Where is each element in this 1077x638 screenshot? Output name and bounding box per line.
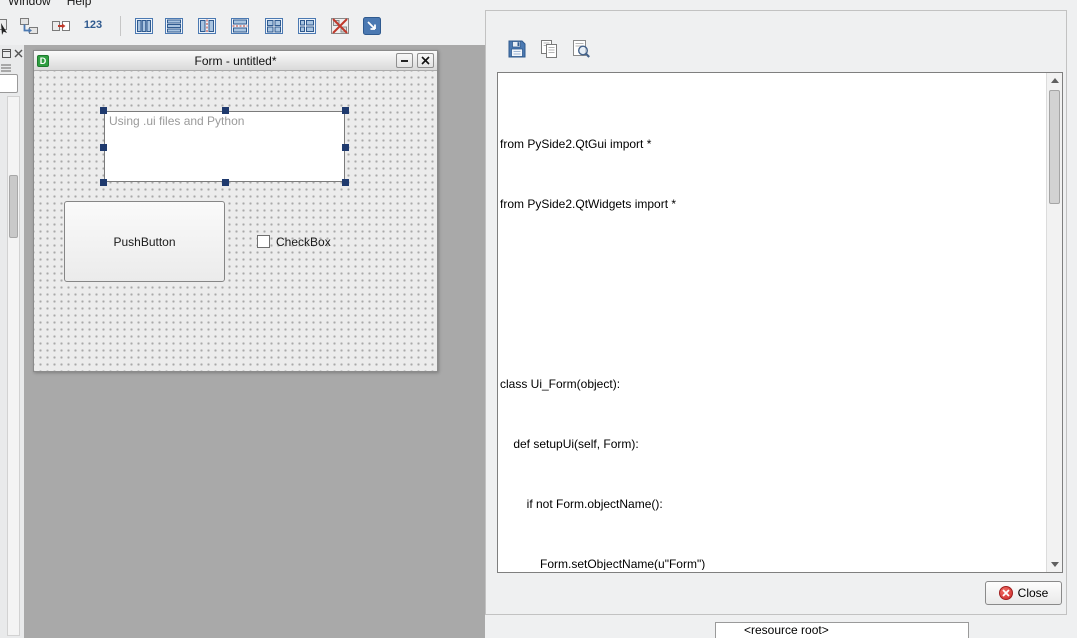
code-line — [500, 257, 1044, 272]
form-canvas[interactable]: Using .ui files and Python PushButton Ch… — [34, 71, 437, 371]
copy-icon[interactable] — [537, 37, 561, 61]
minimize-icon — [401, 60, 408, 62]
qt-designer-screen: Window Help 123 — [0, 0, 1077, 638]
dialog-close-button[interactable]: Close — [985, 581, 1062, 605]
scroll-down-icon[interactable] — [1051, 562, 1059, 567]
toolbar-separator — [120, 16, 121, 36]
dock-float-button[interactable] — [1, 48, 12, 59]
widgetbox-scrollbar-thumb[interactable] — [9, 175, 18, 238]
form-window-title: Form - untitled* — [34, 54, 437, 68]
code-line: if not Form.objectName(): — [500, 497, 1044, 512]
edit-signals-slots-icon[interactable] — [18, 15, 40, 37]
left-dock-fragment — [0, 45, 24, 638]
code-line: class Ui_Form(object): — [500, 377, 1044, 392]
code-line: Form.setObjectName(u"Form") — [500, 557, 1044, 570]
selection-handle[interactable] — [100, 144, 107, 151]
designer-form-icon: D — [37, 55, 49, 67]
minimize-button[interactable] — [396, 53, 413, 68]
code-line: def setupUi(self, Form): — [500, 437, 1044, 452]
edit-widgets-icon[interactable] — [0, 15, 12, 37]
menu-bar: Window Help — [0, 0, 1077, 9]
close-window-button[interactable] — [417, 53, 434, 68]
code-text: from PySide2.QtGui import * from PySide2… — [500, 77, 1044, 570]
selection-handle[interactable] — [100, 179, 107, 186]
code-preview-dialog: from PySide2.QtGui import * from PySide2… — [485, 10, 1067, 615]
scroll-up-icon[interactable] — [1051, 78, 1059, 83]
pushbutton-widget[interactable]: PushButton — [64, 201, 225, 282]
close-dialog-icon — [999, 586, 1013, 600]
save-icon[interactable] — [505, 37, 529, 61]
break-layout-icon[interactable] — [329, 15, 351, 37]
textedit-placeholder: Using .ui files and Python — [109, 114, 244, 128]
menu-help[interactable]: Help — [67, 0, 92, 8]
form-window-titlebar[interactable]: Form - untitled* D — [34, 51, 437, 71]
code-line: from PySide2.QtGui import * — [500, 137, 1044, 152]
textedit-widget[interactable]: Using .ui files and Python — [104, 111, 345, 182]
resource-root-item[interactable]: <resource root> — [716, 623, 968, 637]
code-line: from PySide2.QtWidgets import * — [500, 197, 1044, 212]
layout-form-icon[interactable] — [296, 15, 318, 37]
selection-handle[interactable] — [222, 179, 229, 186]
widgetbox-list-icon — [0, 62, 11, 73]
widgetbox-filter-input[interactable] — [0, 74, 18, 93]
selection-handle[interactable] — [222, 107, 229, 114]
layout-grid-icon[interactable] — [263, 15, 285, 37]
layout-horizontal-icon[interactable] — [133, 15, 155, 37]
code-scrollbar-thumb[interactable] — [1049, 90, 1060, 204]
code-line — [500, 317, 1044, 332]
form-editor-window: Form - untitled* D Using .ui files and P… — [33, 50, 438, 372]
checkbox-widget[interactable]: CheckBox — [254, 221, 355, 262]
layout-vertical-icon[interactable] — [163, 15, 185, 37]
widgetbox-scrollbar[interactable] — [7, 96, 20, 636]
resource-browser: <resource root> — [715, 622, 969, 638]
close-button-label: Close — [1018, 586, 1049, 600]
code-view[interactable]: from PySide2.QtGui import * from PySide2… — [497, 72, 1063, 573]
edit-tab-order-icon[interactable]: 123 — [82, 15, 104, 37]
selection-handle[interactable] — [342, 144, 349, 151]
selection-handle[interactable] — [100, 107, 107, 114]
find-icon[interactable] — [569, 37, 593, 61]
edit-buddies-icon[interactable] — [50, 15, 72, 37]
dock-close-icon[interactable] — [13, 48, 24, 59]
checkbox-indicator[interactable] — [257, 235, 270, 248]
layout-horizontal-splitter-icon[interactable] — [196, 15, 218, 37]
selection-handle[interactable] — [342, 179, 349, 186]
layout-vertical-splitter-icon[interactable] — [229, 15, 251, 37]
adjust-size-icon[interactable] — [361, 15, 383, 37]
selection-handle[interactable] — [342, 107, 349, 114]
close-icon — [421, 56, 430, 65]
menu-window[interactable]: Window — [8, 0, 51, 8]
code-scrollbar[interactable] — [1046, 73, 1062, 572]
checkbox-label: CheckBox — [276, 235, 331, 249]
